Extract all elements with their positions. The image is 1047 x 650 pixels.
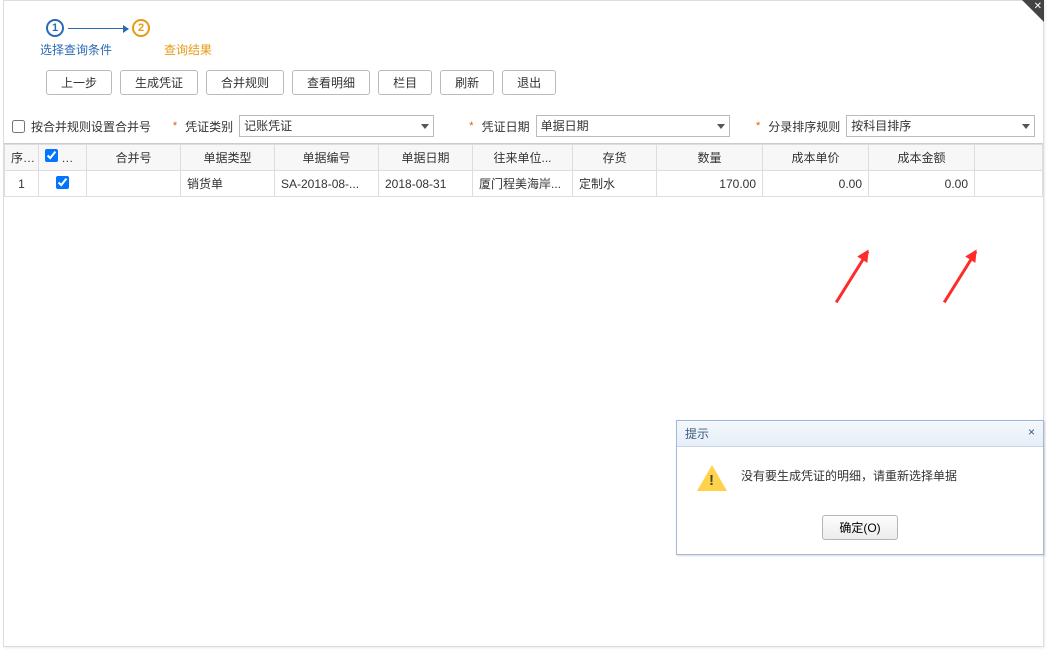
- wizard-steps: 1 2: [4, 1, 1043, 41]
- chevron-down-icon: [717, 124, 725, 129]
- col-doc-no[interactable]: 单据编号: [275, 145, 379, 171]
- voucher-type-value: 记账凭证: [244, 119, 292, 133]
- close-icon[interactable]: [1022, 0, 1044, 22]
- table-row[interactable]: 1 销货单 SA-2018-08-... 2018-08-31 厦门程美海岸..…: [5, 171, 1043, 197]
- cell-partner: 厦门程美海岸...: [473, 171, 573, 197]
- dialog-body: 没有要生成凭证的明细，请重新选择单据: [677, 447, 1043, 515]
- step-arrow-icon: [68, 28, 128, 29]
- filter-row: 按合并规则设置合并号 * 凭证类别 记账凭证 * 凭证日期 单据日期 * 分录排…: [4, 109, 1043, 143]
- col-merge-no[interactable]: 合并号: [87, 145, 181, 171]
- chevron-down-icon: [421, 124, 429, 129]
- required-star-icon: *: [756, 120, 760, 132]
- voucher-type-select[interactable]: 记账凭证: [239, 115, 434, 137]
- sort-rule-select[interactable]: 按科目排序: [846, 115, 1035, 137]
- refresh-button[interactable]: 刷新: [440, 70, 494, 95]
- header-row: 序号 选择 合并号 单据类型 单据编号 单据日期 往来单位... 存货 数量 成…: [5, 145, 1043, 171]
- voucher-date-value: 单据日期: [541, 119, 589, 133]
- cell-qty: 170.00: [657, 171, 763, 197]
- voucher-date-select[interactable]: 单据日期: [536, 115, 731, 137]
- cell-select[interactable]: [39, 171, 87, 197]
- cell-merge-no: [87, 171, 181, 197]
- results-table: 序号 选择 合并号 单据类型 单据编号 单据日期 往来单位... 存货 数量 成…: [4, 144, 1043, 197]
- step-1-circle[interactable]: 1: [46, 19, 64, 37]
- prev-button[interactable]: 上一步: [46, 70, 112, 95]
- required-star-icon: *: [173, 120, 177, 132]
- cell-inventory: 定制水: [573, 171, 657, 197]
- dialog-footer: 确定(O): [677, 515, 1043, 554]
- sort-rule-label: 分录排序规则: [768, 118, 840, 135]
- warning-icon: [697, 465, 727, 493]
- col-doc-date[interactable]: 单据日期: [379, 145, 473, 171]
- col-seq[interactable]: 序号: [5, 145, 39, 171]
- step-2-label[interactable]: 查询结果: [164, 41, 212, 58]
- col-partner[interactable]: 往来单位...: [473, 145, 573, 171]
- cell-cost-price: 0.00: [763, 171, 869, 197]
- col-select[interactable]: 选择: [39, 145, 87, 171]
- col-cost-price[interactable]: 成本单价: [763, 145, 869, 171]
- wizard-step-labels: 选择查询条件 查询结果: [4, 41, 1043, 58]
- step-1-label[interactable]: 选择查询条件: [40, 41, 112, 58]
- col-extra: [975, 145, 1043, 171]
- ok-button[interactable]: 确定(O): [822, 515, 897, 540]
- sort-rule-value: 按科目排序: [851, 119, 911, 133]
- cell-doc-date: 2018-08-31: [379, 171, 473, 197]
- view-detail-button[interactable]: 查看明细: [292, 70, 370, 95]
- voucher-type-label: 凭证类别: [185, 118, 233, 135]
- chevron-down-icon: [1022, 124, 1030, 129]
- col-qty[interactable]: 数量: [657, 145, 763, 171]
- cell-cost-amount: 0.00: [869, 171, 975, 197]
- dialog-close-icon[interactable]: ×: [1028, 425, 1035, 442]
- required-star-icon: *: [469, 120, 473, 132]
- cell-seq: 1: [5, 171, 39, 197]
- dialog-message: 没有要生成凭证的明细，请重新选择单据: [741, 465, 957, 484]
- exit-button[interactable]: 退出: [502, 70, 556, 95]
- col-inventory[interactable]: 存货: [573, 145, 657, 171]
- col-doc-type[interactable]: 单据类型: [181, 145, 275, 171]
- generate-voucher-button[interactable]: 生成凭证: [120, 70, 198, 95]
- merge-rule-button[interactable]: 合并规则: [206, 70, 284, 95]
- select-all-checkbox[interactable]: [45, 149, 58, 162]
- alert-dialog: 提示 × 没有要生成凭证的明细，请重新选择单据 确定(O): [676, 420, 1044, 555]
- step-2-circle[interactable]: 2: [132, 19, 150, 37]
- merge-rule-label: 按合并规则设置合并号: [31, 118, 151, 135]
- cell-extra: [975, 171, 1043, 197]
- cell-doc-type: 销货单: [181, 171, 275, 197]
- col-cost-amount[interactable]: 成本金额: [869, 145, 975, 171]
- cell-doc-no: SA-2018-08-...: [275, 171, 379, 197]
- toolbar: 上一步 生成凭证 合并规则 查看明细 栏目 刷新 退出: [4, 58, 1043, 109]
- merge-rule-checkbox[interactable]: [12, 120, 25, 133]
- dialog-titlebar[interactable]: 提示 ×: [677, 421, 1043, 447]
- row-checkbox[interactable]: [56, 176, 69, 189]
- column-button[interactable]: 栏目: [378, 70, 432, 95]
- results-table-wrap: 序号 选择 合并号 单据类型 单据编号 单据日期 往来单位... 存货 数量 成…: [4, 143, 1043, 197]
- dialog-title-text: 提示: [685, 425, 709, 442]
- voucher-date-label: 凭证日期: [482, 118, 530, 135]
